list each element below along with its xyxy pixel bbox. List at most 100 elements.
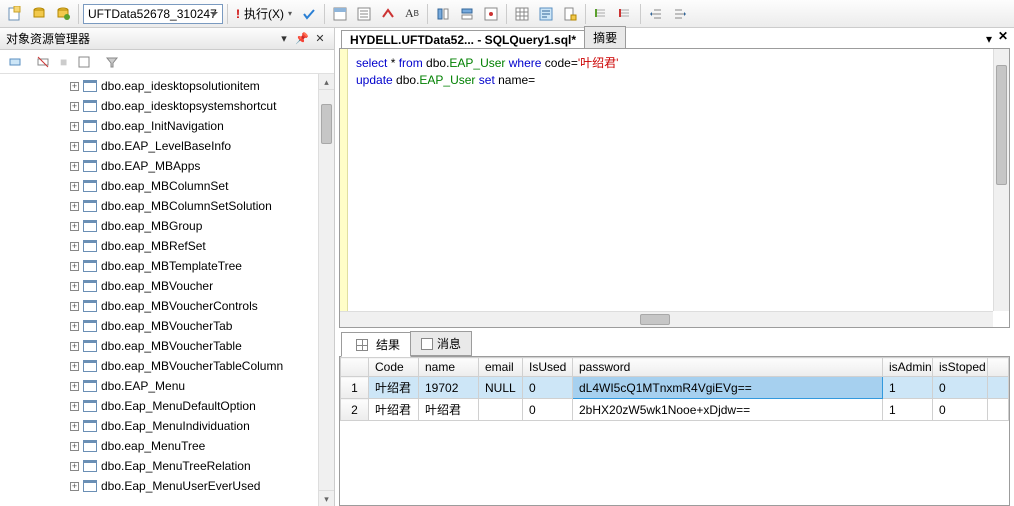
tree-node[interactable]: +dbo.eap_InitNavigation [0, 116, 318, 136]
tab-dropdown-icon[interactable]: ▾ [986, 32, 992, 46]
results-grid[interactable]: Code name email IsUsed password isAdmin … [339, 356, 1010, 506]
cell-extra[interactable] [988, 377, 1009, 399]
toolbar-icon[interactable]: AB [401, 3, 423, 25]
tree-node[interactable]: +dbo.eap_idesktopsystemshortcut [0, 96, 318, 116]
comment-icon[interactable] [590, 3, 612, 25]
expand-icon[interactable]: + [70, 482, 79, 491]
connect-icon[interactable] [4, 51, 26, 73]
scroll-thumb[interactable] [996, 65, 1007, 185]
indent-icon[interactable] [669, 3, 691, 25]
cell-isused[interactable]: 0 [523, 399, 573, 421]
cell-isstoped[interactable]: 0 [933, 377, 988, 399]
toolbar-icon[interactable] [480, 3, 502, 25]
tree-node[interactable]: +dbo.EAP_LevelBaseInfo [0, 136, 318, 156]
filter-icon[interactable] [101, 51, 123, 73]
expand-icon[interactable]: + [70, 302, 79, 311]
object-tree[interactable]: +dbo.eap_idesktopsolutionitem+dbo.eap_id… [0, 74, 318, 506]
tree-node[interactable]: +dbo.eap_MenuTree [0, 436, 318, 456]
tree-node[interactable]: +dbo.eap_MBVoucher [0, 276, 318, 296]
expand-icon[interactable]: + [70, 422, 79, 431]
cell-email[interactable]: NULL [479, 377, 523, 399]
tab-summary[interactable]: 摘要 [584, 26, 626, 48]
expand-icon[interactable]: + [70, 102, 79, 111]
expand-icon[interactable]: + [70, 462, 79, 471]
cell-code[interactable]: 叶绍君 [369, 399, 419, 421]
tab-messages[interactable]: 消息 [410, 331, 472, 356]
expand-icon[interactable]: + [70, 122, 79, 131]
cell-isadmin[interactable]: 1 [883, 377, 933, 399]
editor-scrollbar-horizontal[interactable] [340, 311, 993, 327]
cell-password[interactable]: 2bHX20zW5wk1Nooe+xDjdw== [573, 399, 883, 421]
cell-isstoped[interactable]: 0 [933, 399, 988, 421]
col-password[interactable]: password [573, 358, 883, 377]
refresh-icon[interactable] [73, 51, 95, 73]
toolbar-icon[interactable] [353, 3, 375, 25]
col-extra[interactable] [988, 358, 1009, 377]
disconnect-icon[interactable] [32, 51, 54, 73]
col-email[interactable]: email [479, 358, 523, 377]
table-row[interactable]: 1叶绍君19702NULL0dL4WI5cQ1MTnxmR4VgiEVg==10 [341, 377, 1009, 399]
expand-icon[interactable]: + [70, 222, 79, 231]
toolbar-icon[interactable] [456, 3, 478, 25]
expand-icon[interactable]: + [70, 82, 79, 91]
toolbar-icon[interactable] [329, 3, 351, 25]
close-icon[interactable]: ✕ [312, 31, 328, 47]
grid-results-icon[interactable] [511, 3, 533, 25]
cell-password[interactable]: dL4WI5cQ1MTnxmR4VgiEVg== [573, 377, 883, 399]
expand-icon[interactable]: + [70, 402, 79, 411]
tree-node[interactable]: +dbo.EAP_Menu [0, 376, 318, 396]
pin-icon[interactable]: 📌 [294, 31, 310, 47]
cell-code[interactable]: 叶绍君 [369, 377, 419, 399]
tree-node[interactable]: +dbo.eap_MBVoucherTable [0, 336, 318, 356]
toolbar-icon[interactable] [377, 3, 399, 25]
execute-button[interactable]: !执行(X)▾ [232, 5, 296, 22]
tab-sqlquery[interactable]: HYDELL.UFTData52... - SQLQuery1.sql* [341, 30, 585, 49]
cell-isadmin[interactable]: 1 [883, 399, 933, 421]
scroll-down-icon[interactable]: ▾ [319, 490, 334, 506]
tree-node[interactable]: +dbo.Eap_MenuUserEverUsed [0, 476, 318, 496]
expand-icon[interactable]: + [70, 382, 79, 391]
uncomment-icon[interactable] [614, 3, 636, 25]
col-isused[interactable]: IsUsed [523, 358, 573, 377]
expand-icon[interactable]: + [70, 362, 79, 371]
tree-node[interactable]: +dbo.Eap_MenuIndividuation [0, 416, 318, 436]
tab-close-icon[interactable]: ✕ [996, 30, 1010, 44]
expand-icon[interactable]: + [70, 202, 79, 211]
cell-email[interactable] [479, 399, 523, 421]
col-name[interactable]: name [419, 358, 479, 377]
tree-scrollbar[interactable]: ▴ ▾ [318, 74, 334, 506]
file-results-icon[interactable] [559, 3, 581, 25]
tree-node[interactable]: +dbo.eap_MBTemplateTree [0, 256, 318, 276]
tree-node[interactable]: +dbo.eap_idesktopsolutionitem [0, 76, 318, 96]
cell-extra[interactable] [988, 399, 1009, 421]
expand-icon[interactable]: + [70, 282, 79, 291]
expand-icon[interactable]: + [70, 162, 79, 171]
parse-icon[interactable] [298, 3, 320, 25]
cell-isused[interactable]: 0 [523, 377, 573, 399]
panel-dropdown-icon[interactable]: ▾ [276, 31, 292, 47]
tree-node[interactable]: +dbo.eap_MBVoucherTab [0, 316, 318, 336]
expand-icon[interactable]: + [70, 442, 79, 451]
expand-icon[interactable]: + [70, 142, 79, 151]
expand-icon[interactable]: + [70, 342, 79, 351]
tree-node[interactable]: +dbo.Eap_MenuTreeRelation [0, 456, 318, 476]
editor-text[interactable]: select * from dbo.EAP_User where code='叶… [348, 49, 1009, 327]
col-isstoped[interactable]: isStoped [933, 358, 988, 377]
scroll-thumb[interactable] [640, 314, 670, 325]
tree-node[interactable]: +dbo.eap_MBVoucherControls [0, 296, 318, 316]
db-refresh-icon[interactable] [52, 3, 74, 25]
expand-icon[interactable]: + [70, 322, 79, 331]
tree-node[interactable]: +dbo.eap_MBVoucherTableColumn [0, 356, 318, 376]
row-header-blank[interactable] [341, 358, 369, 377]
table-row[interactable]: 2叶绍君叶绍君02bHX20zW5wk1Nooe+xDjdw==10 [341, 399, 1009, 421]
col-isadmin[interactable]: isAdmin [883, 358, 933, 377]
tree-node[interactable]: +dbo.eap_MBGroup [0, 216, 318, 236]
tree-node[interactable]: +dbo.eap_MBRefSet [0, 236, 318, 256]
scroll-thumb[interactable] [321, 104, 332, 144]
sql-editor[interactable]: select * from dbo.EAP_User where code='叶… [339, 48, 1010, 328]
text-results-icon[interactable] [535, 3, 557, 25]
tree-node[interactable]: +dbo.Eap_MenuDefaultOption [0, 396, 318, 416]
expand-icon[interactable]: + [70, 182, 79, 191]
editor-scrollbar-vertical[interactable] [993, 49, 1009, 311]
scroll-up-icon[interactable]: ▴ [319, 74, 334, 90]
